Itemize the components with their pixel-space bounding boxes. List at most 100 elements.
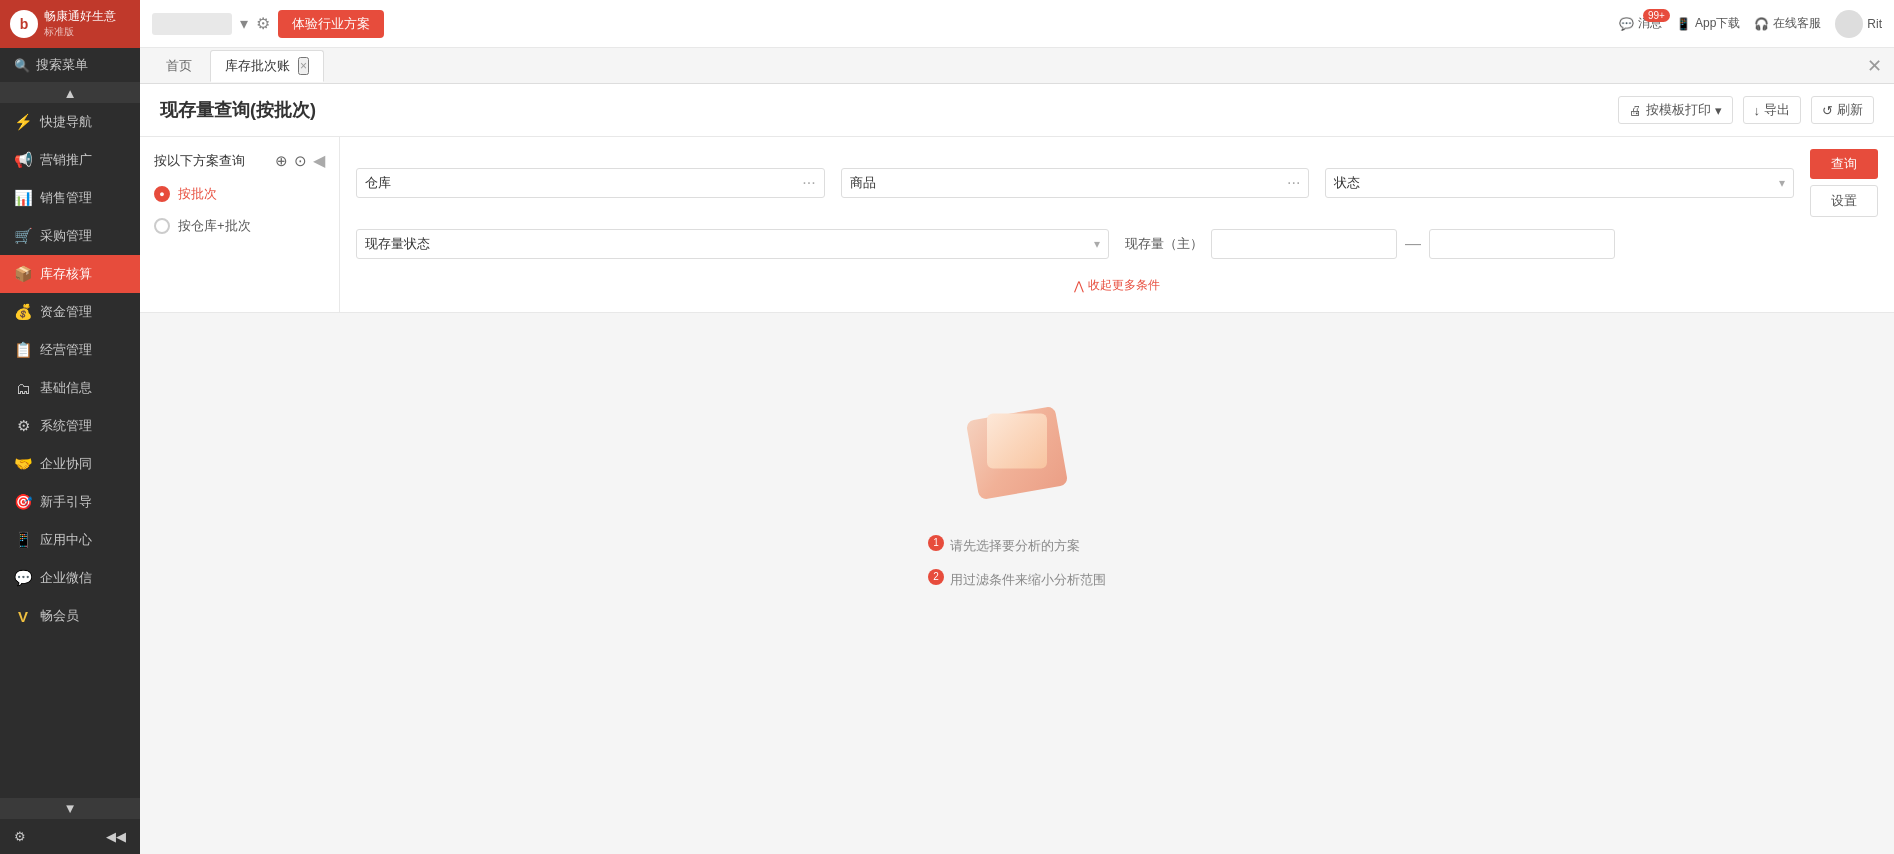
add-scheme-button[interactable]: ⊕	[275, 151, 288, 170]
sidebar-search[interactable]: 🔍 搜索菜单	[0, 48, 140, 83]
quick-nav-icon: ⚡	[14, 113, 32, 131]
refresh-icon: ↺	[1822, 103, 1833, 118]
sidebar-item-label: 经营管理	[40, 341, 92, 359]
sidebar-item-label: 采购管理	[40, 227, 92, 245]
template-print-label: 按模板打印	[1646, 101, 1711, 119]
sidebar-item-basic[interactable]: 🗂 基础信息	[0, 369, 140, 407]
template-print-chevron[interactable]: ▾	[1715, 103, 1722, 118]
refresh-label: 刷新	[1837, 101, 1863, 119]
topbar-right: 💬 消息 99+ 📱 App下载 🎧 在线客服 Rit	[1619, 10, 1882, 38]
scheme-settings-button[interactable]: ⊙	[294, 151, 307, 170]
status-select-wrap[interactable]: 状态 ▾	[1325, 168, 1794, 198]
filter-option-by-warehouse-batch[interactable]: 按仓库+批次	[140, 210, 339, 242]
inventory-qty-min[interactable]	[1211, 229, 1397, 259]
sidebar-item-label: 库存核算	[40, 265, 92, 283]
warehouse-input[interactable]	[399, 176, 802, 191]
sidebar-scroll-up[interactable]: ▲	[0, 83, 140, 103]
sidebar-item-label: 企业微信	[40, 569, 92, 587]
topbar-breadcrumb	[152, 13, 232, 35]
sidebar-app-subtitle: 标准版	[44, 25, 116, 39]
customer-service-button[interactable]: 🎧 在线客服	[1754, 15, 1821, 32]
sidebar-item-newbie[interactable]: 🎯 新手引导	[0, 483, 140, 521]
inventory-qty-max[interactable]	[1429, 229, 1615, 259]
sidebar-item-purchase[interactable]: 🛒 采购管理	[0, 217, 140, 255]
topbar-dropdown-icon[interactable]: ▾	[240, 14, 248, 33]
tab-batch-account-label: 库存批次账	[225, 57, 290, 75]
warehouse-more-icon[interactable]: ···	[802, 174, 815, 192]
inventory-qty-label: 现存量（主）	[1125, 235, 1203, 253]
topbar-left: ▾ ⚙ 体验行业方案	[152, 10, 1609, 38]
newbie-icon: 🎯	[14, 493, 32, 511]
sidebar-scroll-down[interactable]: ▼	[0, 798, 140, 818]
filter-option-by-batch[interactable]: ● 按批次	[140, 178, 339, 210]
enterprise-wechat-icon: 💬	[14, 569, 32, 587]
app-download-button[interactable]: 📱 App下载	[1676, 15, 1740, 32]
filter-sidebar-title: 按以下方案查询	[154, 152, 245, 170]
sidebar-item-app-center[interactable]: 📱 应用中心	[0, 521, 140, 559]
page-title: 现存量查询(按批次)	[160, 98, 316, 122]
filter-form: 仓库 ··· 商品 ··· 状态	[340, 137, 1894, 312]
tip-num-1: 1	[928, 535, 944, 551]
filter-option-icon-warehouse-batch	[154, 218, 170, 234]
inventory-status-select[interactable]: 现存量状态 ▾	[356, 229, 1109, 259]
sidebar-item-enterprise-wechat[interactable]: 💬 企业微信	[0, 559, 140, 597]
settings-icon[interactable]: ⚙	[14, 829, 26, 844]
tab-home[interactable]: 首页	[152, 51, 206, 81]
sidebar-footer: ⚙ ◀◀	[0, 818, 140, 854]
sidebar-item-label: 应用中心	[40, 531, 92, 549]
filter-sidebar-header: 按以下方案查询 ⊕ ⊙ ◀	[140, 147, 339, 178]
sidebar-app-name: 畅康通好生意	[44, 9, 116, 25]
tab-close-button[interactable]: ×	[298, 57, 309, 75]
export-label: 导出	[1764, 101, 1790, 119]
filter-row-2: 现存量状态 ▾ 现存量（主） —	[356, 229, 1878, 259]
sidebar-item-marketing[interactable]: 📢 营销推广	[0, 141, 140, 179]
refresh-button[interactable]: ↺ 刷新	[1811, 96, 1874, 124]
user-profile[interactable]: Rit	[1835, 10, 1882, 38]
headset-icon: 🎧	[1754, 17, 1769, 31]
warehouse-label: 仓库	[365, 174, 391, 192]
sidebar-item-finance[interactable]: 💰 资金管理	[0, 293, 140, 331]
sidebar-item-operation[interactable]: 📋 经营管理	[0, 331, 140, 369]
filter-sidebar-collapse[interactable]: ◀	[313, 151, 325, 170]
settings-button[interactable]: 设置	[1810, 185, 1878, 217]
filter-row-1: 仓库 ··· 商品 ··· 状态	[356, 149, 1878, 217]
customer-service-label: 在线客服	[1773, 15, 1821, 32]
sidebar-app-info: 畅康通好生意 标准版	[44, 9, 116, 39]
export-button[interactable]: ↓ 导出	[1743, 96, 1802, 124]
tip-text-2: 用过滤条件来缩小分析范围	[950, 567, 1106, 593]
collapse-more[interactable]: ⋀ 收起更多条件	[356, 271, 1878, 300]
collapse-sidebar-icon[interactable]: ◀◀	[106, 829, 126, 844]
sidebar-item-inventory[interactable]: 📦 库存核算	[0, 255, 140, 293]
template-print-button[interactable]: 🖨 按模板打印 ▾	[1618, 96, 1733, 124]
tip-num-2: 2	[928, 569, 944, 585]
product-more-icon[interactable]: ···	[1287, 174, 1300, 192]
sidebar-item-system[interactable]: ⚙ 系统管理	[0, 407, 140, 445]
query-button[interactable]: 查询	[1810, 149, 1878, 179]
messages-button[interactable]: 💬 消息 99+	[1619, 15, 1662, 32]
messages-badge: 99+	[1643, 9, 1670, 22]
sidebar: b 畅康通好生意 标准版 🔍 搜索菜单 ▲ ⚡ 快捷导航 📢 营销推广 📊 销售…	[0, 0, 140, 854]
sidebar-item-enterprise[interactable]: 🤝 企业协同	[0, 445, 140, 483]
topbar-gear-icon[interactable]: ⚙	[256, 14, 270, 33]
system-icon: ⚙	[14, 417, 32, 435]
sidebar-item-sales[interactable]: 📊 销售管理	[0, 179, 140, 217]
topbar: ▾ ⚙ 体验行业方案 💬 消息 99+ 📱 App下载 🎧 在线客服 Rit	[140, 0, 1894, 48]
product-input-wrap[interactable]: 商品 ···	[841, 168, 1310, 198]
sidebar-item-label: 新手引导	[40, 493, 92, 511]
page-actions: 🖨 按模板打印 ▾ ↓ 导出 ↺ 刷新	[1618, 96, 1875, 124]
filter-option-label-batch: 按批次	[178, 185, 217, 203]
filter-option-label-warehouse-batch: 按仓库+批次	[178, 217, 251, 235]
sidebar-item-quick-nav[interactable]: ⚡ 快捷导航	[0, 103, 140, 141]
tab-page-close-button[interactable]: ✕	[1867, 55, 1882, 77]
sidebar-nav: ⚡ 快捷导航 📢 营销推广 📊 销售管理 🛒 采购管理 📦 库存核算 💰 资金管…	[0, 103, 140, 798]
inventory-status-label: 现存量状态	[365, 235, 430, 253]
tab-batch-account[interactable]: 库存批次账 ×	[210, 50, 324, 82]
warehouse-input-wrap[interactable]: 仓库 ···	[356, 168, 825, 198]
sidebar-item-member[interactable]: V 畅会员	[0, 597, 140, 635]
collapse-chevron-icon: ⋀	[1074, 279, 1084, 293]
member-icon: V	[14, 607, 32, 625]
product-input[interactable]	[884, 176, 1287, 191]
sidebar-item-label: 快捷导航	[40, 113, 92, 131]
sidebar-item-label: 企业协同	[40, 455, 92, 473]
trial-button[interactable]: 体验行业方案	[278, 10, 384, 38]
